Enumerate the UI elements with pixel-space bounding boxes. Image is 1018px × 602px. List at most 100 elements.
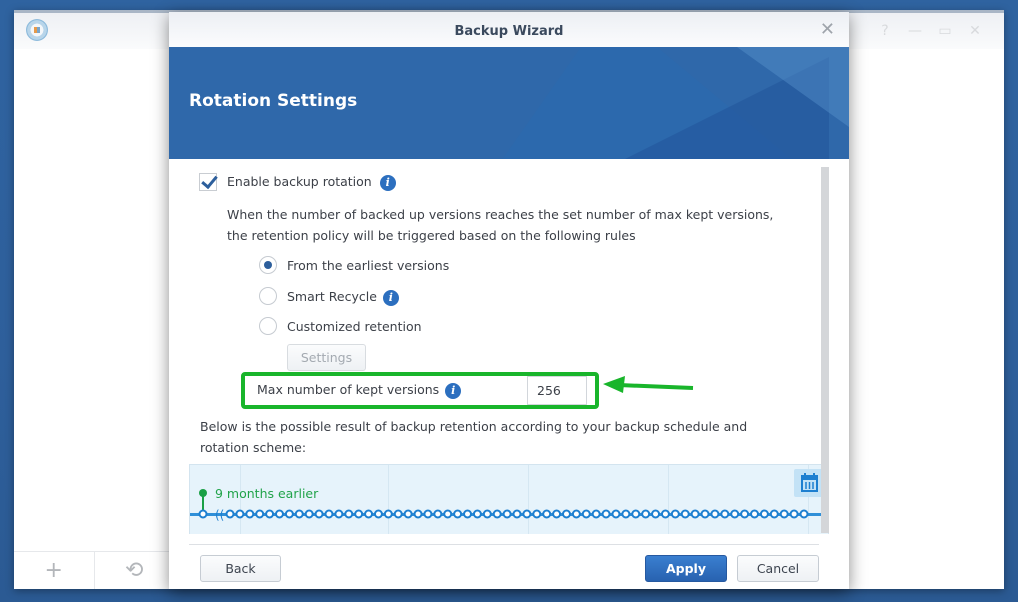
timeline-break-icon: ((: [215, 508, 224, 522]
radio-smart-recycle[interactable]: [259, 287, 277, 305]
version-marker: [294, 509, 304, 519]
radio-earliest-versions[interactable]: [259, 256, 277, 274]
background-toolbar: + ⟲: [14, 551, 174, 589]
version-marker: [750, 509, 760, 519]
retention-timeline: 9 months earlier ((: [189, 464, 829, 534]
version-marker: [759, 509, 769, 519]
version-marker: [532, 509, 542, 519]
version-marker: [660, 509, 670, 519]
history-icon: ⟲: [125, 558, 144, 583]
enable-rotation-label[interactable]: Enable backup rotation: [227, 174, 372, 189]
timeline-pin-icon: [199, 489, 207, 497]
footer-divider: [189, 544, 819, 545]
version-marker: [482, 509, 492, 519]
version-marker: [304, 509, 314, 519]
max-versions-row: Max number of kept versions i: [257, 382, 462, 399]
cancel-button[interactable]: Cancel: [737, 555, 819, 582]
option-smart-recycle-label[interactable]: Smart Recycle: [287, 289, 377, 304]
dialog-body: Enable backup rotation i When the number…: [169, 159, 849, 539]
radio-customized-retention[interactable]: [259, 317, 277, 335]
version-marker: [492, 509, 502, 519]
add-button[interactable]: +: [14, 552, 94, 589]
option-customized-label[interactable]: Customized retention: [287, 319, 422, 334]
version-marker: [611, 509, 621, 519]
rotation-description: When the number of backed up versions re…: [227, 207, 774, 243]
version-marker: [413, 509, 423, 519]
restore-button[interactable]: ⟲: [93, 552, 175, 589]
version-marker: [512, 509, 522, 519]
close-icon[interactable]: ✕: [966, 23, 984, 39]
version-marker: [453, 509, 463, 519]
version-markers: ((: [198, 508, 809, 522]
version-marker: [561, 509, 571, 519]
version-marker: [740, 509, 750, 519]
version-marker: [265, 509, 275, 519]
scrollbar[interactable]: [821, 167, 829, 533]
app-logo-icon: [26, 19, 48, 41]
version-marker: [591, 509, 601, 519]
timeline-label: 9 months earlier: [215, 486, 319, 501]
version-marker: [393, 509, 403, 519]
version-marker: [354, 509, 364, 519]
minimize-icon[interactable]: —: [906, 23, 924, 39]
info-icon[interactable]: i: [445, 382, 462, 399]
max-versions-label: Max number of kept versions: [257, 382, 440, 397]
back-button[interactable]: Back: [200, 555, 281, 582]
settings-button[interactable]: Settings: [287, 344, 366, 371]
version-marker: [641, 509, 651, 519]
version-marker: [680, 509, 690, 519]
plus-icon: +: [44, 558, 63, 583]
version-marker: [542, 509, 552, 519]
enable-rotation-row: Enable backup rotation i: [227, 174, 396, 191]
version-marker: [710, 509, 720, 519]
option-earliest-label[interactable]: From the earliest versions: [287, 258, 449, 273]
info-icon[interactable]: i: [379, 174, 396, 191]
enable-rotation-checkbox[interactable]: [199, 173, 217, 191]
version-marker: [364, 509, 374, 519]
max-versions-input[interactable]: [527, 376, 587, 405]
backup-wizard-dialog: Backup Wizard ✕ Rotation Settings Enable…: [169, 12, 849, 589]
version-marker: [225, 509, 235, 519]
close-icon[interactable]: ✕: [820, 12, 835, 47]
dialog-title: Backup Wizard: [454, 24, 564, 39]
version-marker: [601, 509, 611, 519]
version-marker: [651, 509, 661, 519]
version-marker: [373, 509, 383, 519]
version-marker: [631, 509, 641, 519]
version-marker: [670, 509, 680, 519]
annotation-arrow-icon: [603, 376, 694, 393]
version-marker: [403, 509, 413, 519]
version-marker: [235, 509, 245, 519]
version-marker: [334, 509, 344, 519]
version-marker: [472, 509, 482, 519]
version-marker: [255, 509, 265, 519]
version-marker: [502, 509, 512, 519]
version-marker: [324, 509, 334, 519]
version-marker: [423, 509, 433, 519]
version-marker: [789, 509, 799, 519]
version-marker: [581, 509, 591, 519]
dialog-titlebar: Backup Wizard ✕: [169, 12, 849, 47]
version-marker: [314, 509, 324, 519]
calendar-button[interactable]: [794, 469, 824, 497]
apply-button[interactable]: Apply: [645, 555, 727, 582]
version-marker: [463, 509, 473, 519]
version-marker: [274, 509, 284, 519]
dialog-banner: Rotation Settings: [169, 47, 849, 159]
version-marker: [552, 509, 562, 519]
version-marker: [571, 509, 581, 519]
version-marker: [779, 509, 789, 519]
page-title: Rotation Settings: [189, 91, 358, 111]
calendar-icon: [801, 473, 818, 492]
version-marker: [769, 509, 779, 519]
version-marker: [198, 509, 208, 519]
maximize-icon[interactable]: ▭: [936, 23, 954, 39]
version-marker: [720, 509, 730, 519]
version-marker: [433, 509, 443, 519]
result-description: Below is the possible result of backup r…: [200, 419, 748, 455]
version-marker: [700, 509, 710, 519]
help-icon[interactable]: ?: [876, 23, 894, 39]
info-icon[interactable]: i: [382, 289, 399, 306]
version-marker: [443, 509, 453, 519]
version-marker: [522, 509, 532, 519]
